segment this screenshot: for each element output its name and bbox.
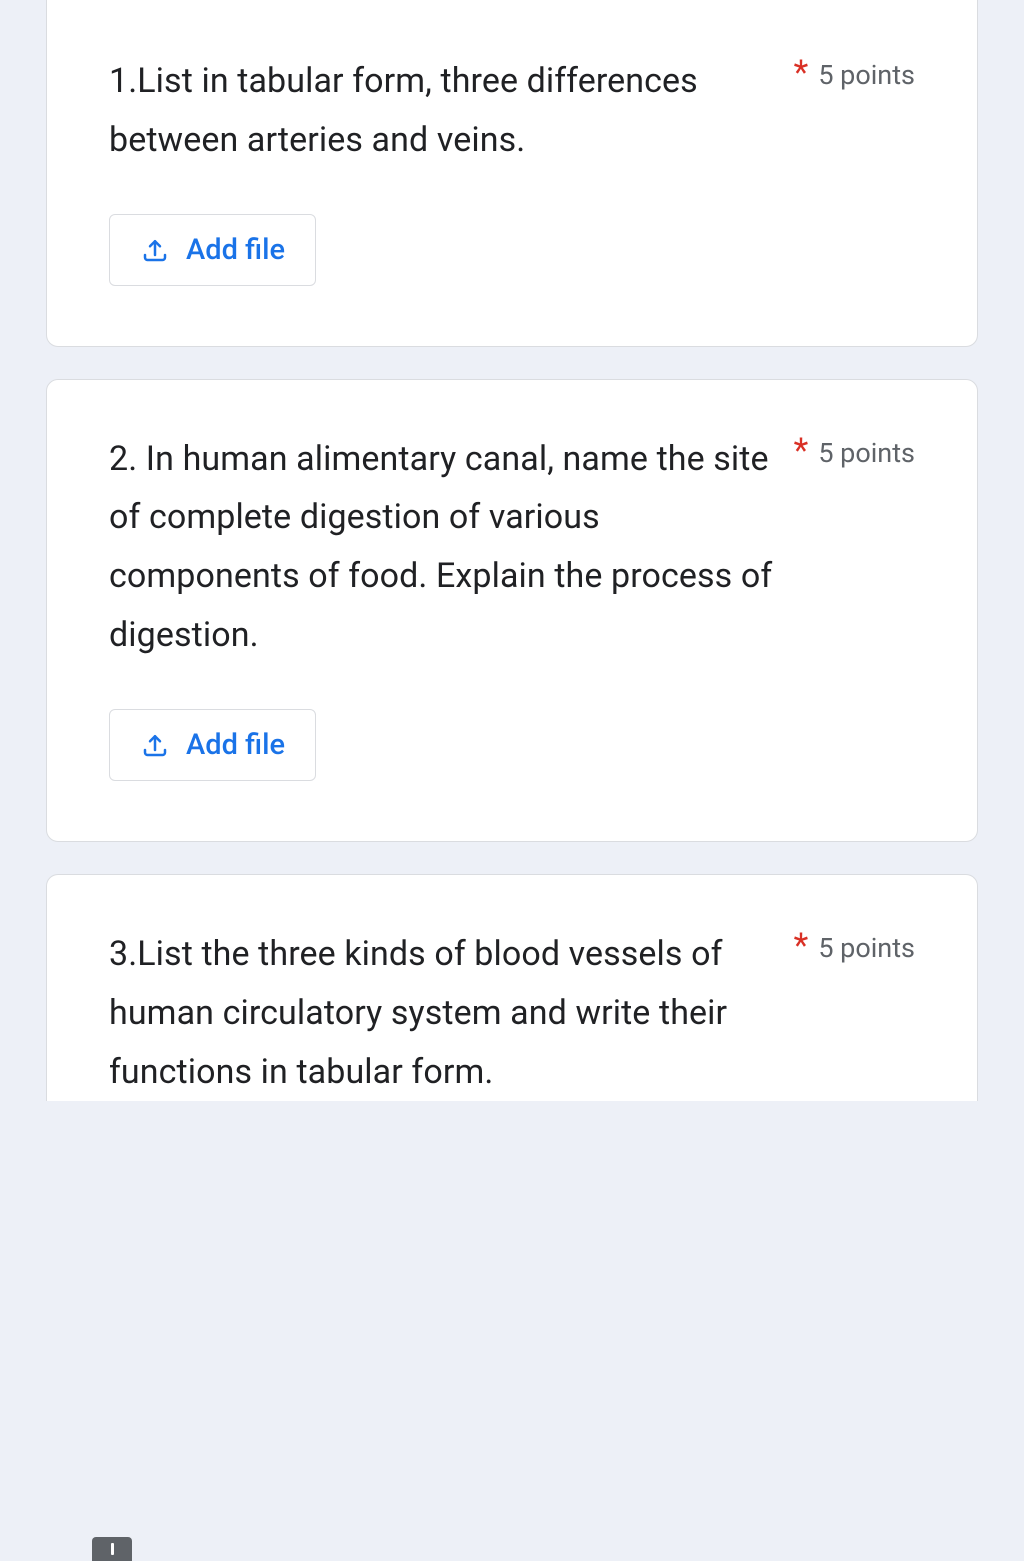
question-header: 2. In human alimentary canal, name the s… [109,430,915,665]
points-wrap: * 5 points [794,52,915,91]
question-text: 2. In human alimentary canal, name the s… [109,430,776,665]
points-label: 5 points [818,59,915,91]
points-wrap: * 5 points [794,925,915,964]
question-card: 3.List the three kinds of blood vessels … [46,874,978,1101]
question-text: 1.List in tabular form, three difference… [109,52,776,170]
upload-icon [140,235,170,265]
question-header: 1.List in tabular form, three difference… [109,52,915,170]
question-card: 2. In human alimentary canal, name the s… [46,379,978,842]
keyboard-toggle[interactable] [92,1537,132,1561]
required-star: * [794,56,809,90]
points-label: 5 points [818,932,915,964]
add-file-button[interactable]: Add file [109,709,316,781]
required-star: * [794,434,809,468]
question-text: 3.List the three kinds of blood vessels … [109,925,776,1101]
required-star: * [794,929,809,963]
question-header: 3.List the three kinds of blood vessels … [109,925,915,1101]
question-card: 1.List in tabular form, three difference… [46,0,978,347]
add-file-button[interactable]: Add file [109,214,316,286]
add-file-label: Add file [186,233,285,267]
add-file-label: Add file [186,728,285,762]
points-label: 5 points [818,437,915,469]
upload-icon [140,730,170,760]
points-wrap: * 5 points [794,430,915,469]
